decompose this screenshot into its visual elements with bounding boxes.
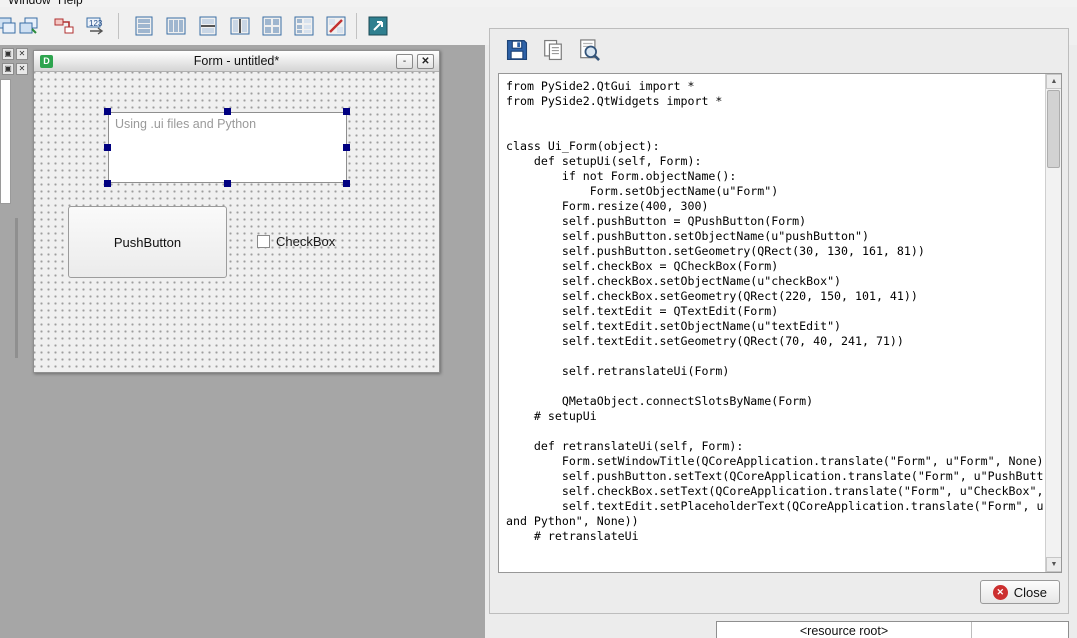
resource-browser: <resource root>	[716, 621, 1069, 638]
layout-in-grid-icon[interactable]	[258, 12, 286, 40]
vertical-scrollbar[interactable]: ▲ ▼	[1045, 74, 1061, 572]
close-button[interactable]: ✕	[417, 54, 434, 69]
code-text[interactable]: from PySide2.QtGui import * from PySide2…	[499, 74, 1044, 572]
form-window-title: Form - untitled*	[34, 54, 439, 68]
selection-handle[interactable]	[104, 180, 111, 187]
toolbar-separator	[118, 13, 119, 39]
application-window: Window Help 123	[0, 0, 1077, 638]
panel-divider	[971, 622, 972, 638]
menu-help[interactable]: Help	[58, 0, 83, 7]
selection-handle[interactable]	[224, 108, 231, 115]
close-button-label: Close	[1014, 585, 1047, 600]
form-canvas[interactable]: Using .ui files and Python PushButton Ch…	[34, 72, 439, 372]
checkbox-widget[interactable]: CheckBox	[257, 234, 335, 249]
lower-icon[interactable]	[14, 12, 42, 40]
scrollbar-thumb[interactable]	[1047, 90, 1060, 168]
layout-splitter-vertical-icon[interactable]	[194, 12, 222, 40]
dock-float-icon[interactable]: ▣	[2, 48, 14, 60]
selection-handle[interactable]	[343, 108, 350, 115]
code-preview-dialog: from PySide2.QtGui import * from PySide2…	[489, 28, 1069, 614]
dock-panel-sliver	[0, 79, 11, 204]
resource-root-item[interactable]: <resource root>	[717, 624, 971, 638]
form-titlebar[interactable]: D Form - untitled* - ✕	[34, 51, 439, 72]
layout-splitter-horizontal-icon[interactable]	[226, 12, 254, 40]
dock-scrollbar-sliver[interactable]	[15, 218, 18, 358]
menu-window[interactable]: Window	[8, 0, 51, 7]
toolbar-separator	[356, 13, 357, 39]
close-red-icon: ✕	[993, 585, 1008, 600]
selection-handle[interactable]	[104, 144, 111, 151]
code-view: from PySide2.QtGui import * from PySide2…	[498, 73, 1062, 573]
layout-in-form-icon[interactable]	[290, 12, 318, 40]
layout-vertically-icon[interactable]	[130, 12, 158, 40]
pushbutton-widget[interactable]: PushButton	[68, 206, 227, 278]
dock-close-icon[interactable]: ✕	[16, 48, 28, 60]
dock-titlebar-fragment: ▣ ✕	[2, 48, 28, 60]
minimize-button[interactable]: -	[396, 54, 413, 69]
dock-float-icon[interactable]: ▣	[2, 63, 14, 75]
edit-tab-order-icon[interactable]: 123	[82, 12, 110, 40]
code-dialog-toolbar	[504, 37, 602, 63]
selection-handle[interactable]	[343, 144, 350, 151]
textedit-widget[interactable]: Using .ui files and Python	[108, 112, 347, 183]
scroll-down-icon[interactable]: ▼	[1046, 557, 1062, 572]
close-dialog-button[interactable]: ✕ Close	[980, 580, 1060, 604]
selection-handle[interactable]	[343, 180, 350, 187]
break-layout-icon[interactable]	[322, 12, 350, 40]
dock-titlebar-fragment: ▣ ✕	[2, 63, 28, 75]
form-designer-window: D Form - untitled* - ✕ Using .ui files a…	[33, 50, 440, 373]
adjust-size-icon[interactable]	[364, 12, 392, 40]
save-icon[interactable]	[504, 37, 530, 63]
layout-horizontally-icon[interactable]	[162, 12, 190, 40]
checkbox-indicator[interactable]	[257, 235, 270, 248]
menu-bar: Window Help	[0, 0, 1077, 7]
selection-handle[interactable]	[224, 180, 231, 187]
copy-icon[interactable]	[540, 37, 566, 63]
edit-signals-slots-icon[interactable]	[50, 12, 78, 40]
checkbox-label: CheckBox	[276, 234, 335, 249]
svg-text:123: 123	[89, 19, 103, 28]
dock-close-icon[interactable]: ✕	[16, 63, 28, 75]
scroll-up-icon[interactable]: ▲	[1046, 74, 1062, 89]
selection-handle[interactable]	[104, 108, 111, 115]
find-icon[interactable]	[576, 37, 602, 63]
